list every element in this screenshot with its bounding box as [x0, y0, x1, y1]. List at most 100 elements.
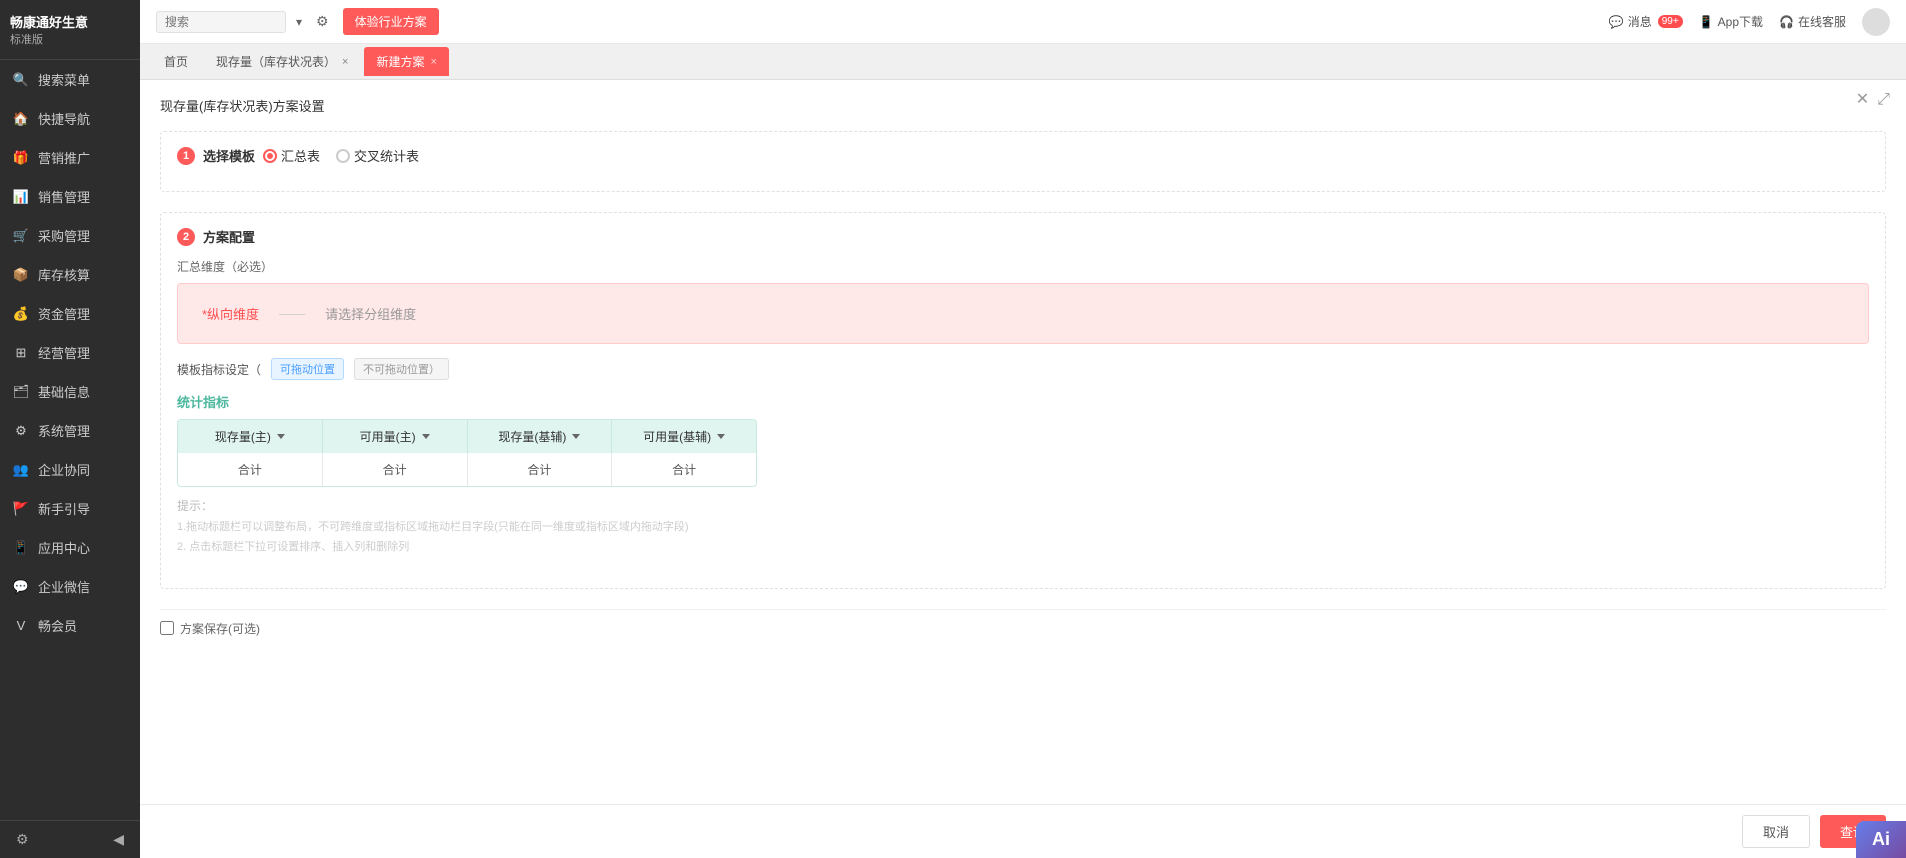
- customer-service-item[interactable]: 🎧 在线客服: [1779, 13, 1846, 30]
- save-checkbox[interactable]: [160, 621, 174, 635]
- sidebar-settings-icon[interactable]: ⚙: [16, 831, 29, 848]
- radio-summary-label: 汇总表: [281, 146, 320, 165]
- radio-cross[interactable]: 交叉统计表: [336, 146, 419, 165]
- col-header-0-dropdown[interactable]: [277, 434, 285, 439]
- messages-item[interactable]: 💬 消息 99+: [1609, 13, 1683, 30]
- stat-cell-0-0: 合计: [178, 453, 323, 486]
- tab-new-plan-close[interactable]: ×: [430, 56, 436, 68]
- radio-summary-dot: [263, 149, 277, 163]
- sidebar-item-label: 营销推广: [38, 148, 90, 167]
- page-area: ✕ ⤢ 现存量(库存状况表)方案设置 1 选择模板 汇总表: [140, 80, 1906, 804]
- group-icon: 👥: [12, 461, 30, 479]
- messages-label: 消息: [1628, 13, 1652, 30]
- vertical-dim-placeholder[interactable]: 请选择分组维度: [325, 304, 416, 323]
- main-content: ▾ ⚙ 体验行业方案 💬 消息 99+ 📱 App下载 🎧 在线客服 首页: [140, 0, 1906, 858]
- tip-title: 提示：: [177, 497, 1869, 514]
- section-template: 1 选择模板 汇总表 交叉统计表: [160, 131, 1886, 192]
- radio-summary[interactable]: 汇总表: [263, 146, 320, 165]
- col-header-2[interactable]: 现存量(基辅): [468, 420, 613, 453]
- sidebar-footer: ⚙ ◀: [0, 820, 140, 858]
- sidebar-item-enterprise[interactable]: 👥 企业协同: [0, 450, 140, 489]
- topbar-gear-icon[interactable]: ⚙: [316, 13, 329, 30]
- col-header-2-dropdown[interactable]: [572, 434, 580, 439]
- app-download-label: App下载: [1718, 13, 1763, 30]
- tab-inventory-status[interactable]: 现存量（库存状况表） ×: [204, 47, 360, 76]
- app-version: 标准版: [10, 31, 130, 47]
- section2-header: 2 方案配置: [177, 227, 1869, 246]
- flag-icon: 🚩: [12, 500, 30, 518]
- col-header-0[interactable]: 现存量(主): [178, 420, 323, 453]
- phone-icon: 📱: [1699, 15, 1714, 29]
- col-header-3-label: 可用量(基辅): [643, 428, 711, 445]
- topbar-right: 💬 消息 99+ 📱 App下载 🎧 在线客服: [1609, 8, 1890, 36]
- panel: ✕ ⤢ 现存量(库存状况表)方案设置 1 选择模板 汇总表: [140, 80, 1906, 804]
- section1-num: 1: [177, 147, 195, 165]
- cancel-button[interactable]: 取消: [1742, 815, 1810, 848]
- sidebar-item-operation[interactable]: ⊞ 经营管理: [0, 333, 140, 372]
- indicator-setting-label: 模板指标设定（: [177, 361, 261, 378]
- sidebar-item-system[interactable]: ⚙ 系统管理: [0, 411, 140, 450]
- sidebar-item-label: 新手引导: [38, 499, 90, 518]
- tab-inventory-status-close[interactable]: ×: [342, 56, 348, 68]
- vertical-dim-required: *纵向维度: [202, 304, 259, 323]
- tip-item-1: 2. 点击标题栏下拉可设置排序、插入列和删除列: [177, 538, 1869, 558]
- sidebar-item-label: 经营管理: [38, 343, 90, 362]
- sidebar-item-finance[interactable]: 💰 资金管理: [0, 294, 140, 333]
- ai-badge[interactable]: Ai: [1856, 821, 1906, 858]
- sidebar-item-marketing[interactable]: 🎁 营销推广: [0, 138, 140, 177]
- tab-inventory-status-label: 现存量（库存状况表）: [216, 53, 336, 70]
- sidebar-item-label: 快捷导航: [38, 109, 90, 128]
- industry-plan-button[interactable]: 体验行业方案: [343, 8, 439, 35]
- headset-icon: 🎧: [1779, 15, 1794, 29]
- sidebar-item-label: 企业协同: [38, 460, 90, 479]
- sidebar-item-search-menu[interactable]: 🔍 搜索菜单: [0, 60, 140, 99]
- money-icon: 💰: [12, 305, 30, 323]
- panel-expand-icon[interactable]: ⤢: [1877, 92, 1890, 108]
- col-header-1-label: 可用量(主): [360, 428, 416, 445]
- sidebar-item-label: 库存核算: [38, 265, 90, 284]
- user-avatar[interactable]: [1862, 8, 1890, 36]
- stat-label: 统计指标: [177, 392, 1869, 411]
- sidebar-logo: 畅康通好生意 标准版: [0, 0, 140, 60]
- radio-cross-dot: [336, 149, 350, 163]
- tabbar: 首页 现存量（库存状况表） × 新建方案 ×: [140, 44, 1906, 80]
- tip-item-0: 1.拖动标题栏可以调整布局，不可跨维度或指标区域拖动栏目字段(只能在同一维度或指…: [177, 518, 1869, 538]
- sidebar-collapse-icon[interactable]: ◀: [113, 831, 124, 848]
- panel-close-icon[interactable]: ✕: [1856, 92, 1869, 108]
- indicator-draggable-badge: 可拖动位置: [271, 358, 344, 380]
- apps-icon: 📱: [12, 539, 30, 557]
- chart-icon: 📊: [12, 188, 30, 206]
- topbar-search-input[interactable]: [156, 11, 286, 33]
- save-row: 方案保存(可选): [160, 609, 1886, 647]
- section1-header: 1 选择模板 汇总表 交叉统计表: [177, 146, 1869, 165]
- info-icon: 🗂: [12, 383, 30, 401]
- gift-icon: 🎁: [12, 149, 30, 167]
- section2-title: 方案配置: [203, 227, 255, 246]
- tab-home[interactable]: 首页: [152, 47, 200, 76]
- sidebar-item-basic[interactable]: 🗂 基础信息: [0, 372, 140, 411]
- sidebar-item-label: 采购管理: [38, 226, 90, 245]
- sidebar-item-purchase[interactable]: 🛒 采购管理: [0, 216, 140, 255]
- sidebar-item-member[interactable]: V 畅会员: [0, 606, 140, 645]
- box-icon: 📦: [12, 266, 30, 284]
- tip-section: 提示： 1.拖动标题栏可以调整布局，不可跨维度或指标区域拖动栏目字段(只能在同一…: [177, 497, 1869, 558]
- sidebar-item-guide[interactable]: 🚩 新手引导: [0, 489, 140, 528]
- section1-title: 选择模板: [203, 146, 255, 165]
- tab-new-plan[interactable]: 新建方案 ×: [364, 47, 448, 76]
- col-header-1-dropdown[interactable]: [422, 434, 430, 439]
- radio-cross-label: 交叉统计表: [354, 146, 419, 165]
- sidebar-item-wechat[interactable]: 💬 企业微信: [0, 567, 140, 606]
- sidebar: 畅康通好生意 标准版 🔍 搜索菜单 🏠 快捷导航 🎁 营销推广 📊 销售管理 🛒…: [0, 0, 140, 858]
- sidebar-item-quick-nav[interactable]: 🏠 快捷导航: [0, 99, 140, 138]
- col-header-1[interactable]: 可用量(主): [323, 420, 468, 453]
- sidebar-item-sales[interactable]: 📊 销售管理: [0, 177, 140, 216]
- col-header-3[interactable]: 可用量(基辅): [612, 420, 756, 453]
- col-header-3-dropdown[interactable]: [717, 434, 725, 439]
- sidebar-item-inventory[interactable]: 📦 库存核算: [0, 255, 140, 294]
- home-icon: 🏠: [12, 110, 30, 128]
- stat-cell-0-1: 合计: [323, 453, 468, 486]
- sidebar-item-apps[interactable]: 📱 应用中心: [0, 528, 140, 567]
- vertical-dim-separator: ——: [279, 306, 305, 321]
- app-download-item[interactable]: 📱 App下载: [1699, 13, 1763, 30]
- topbar-dropdown-icon[interactable]: ▾: [296, 15, 302, 29]
